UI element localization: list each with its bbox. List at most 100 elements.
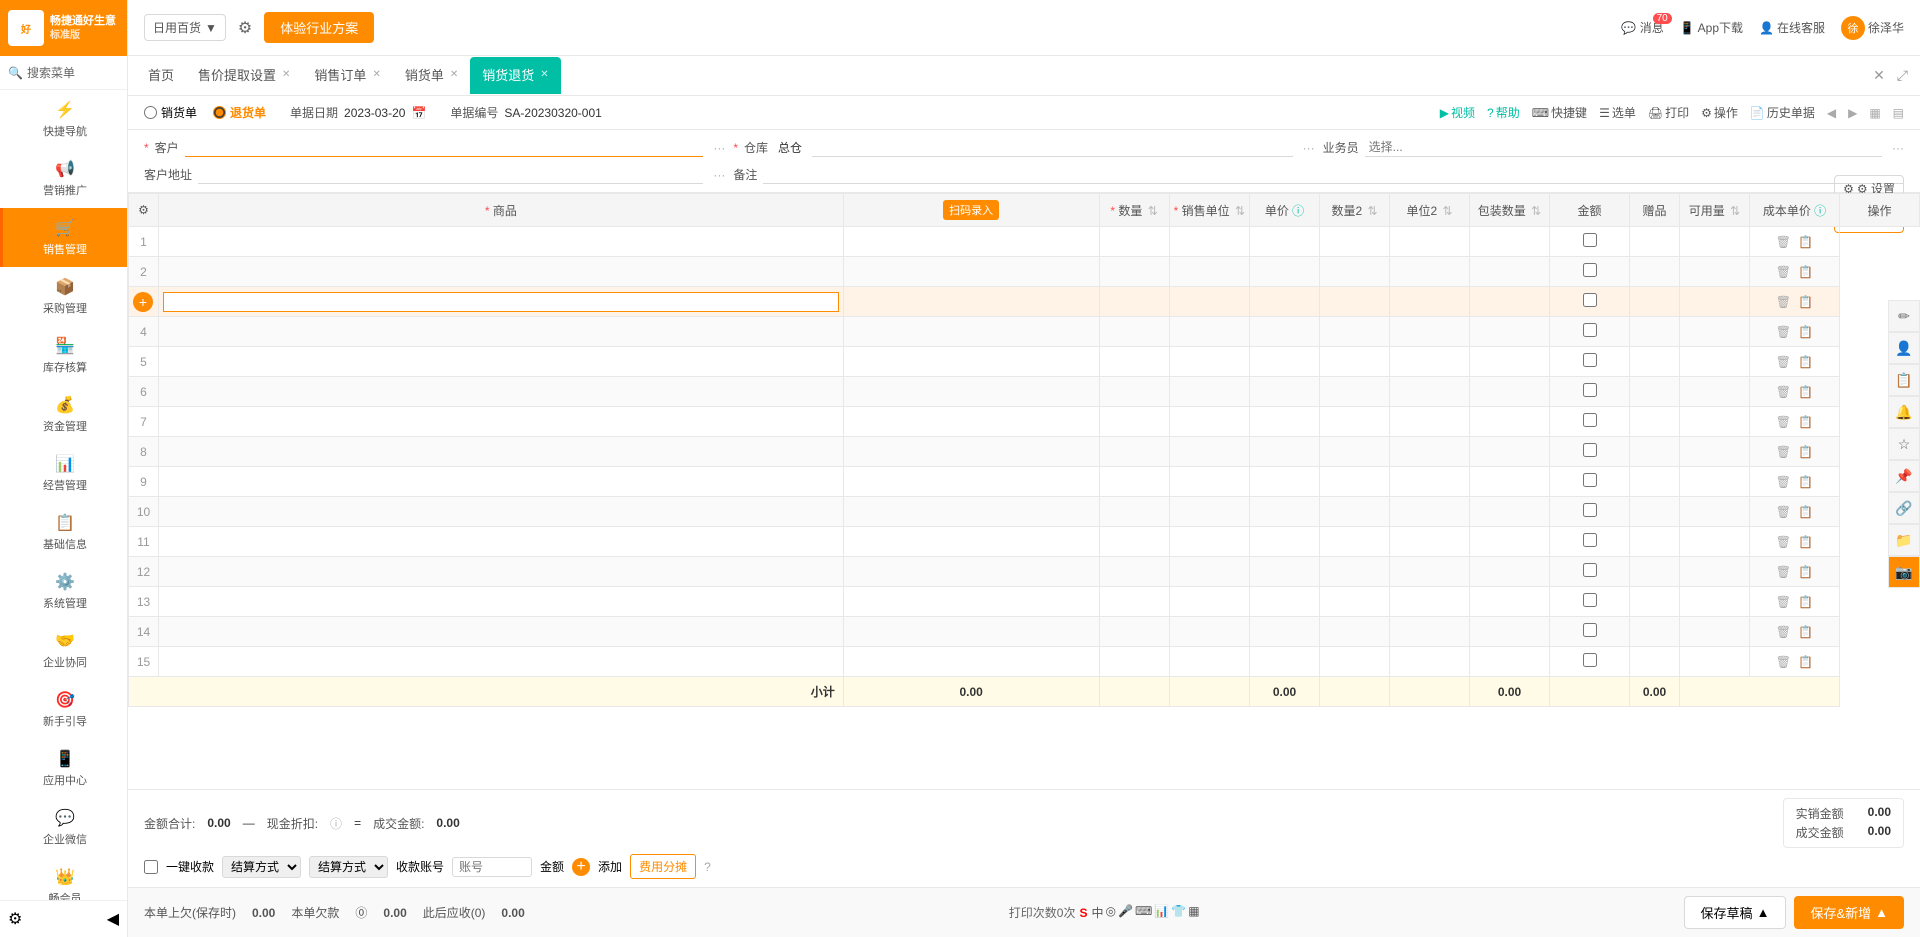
avail-cell-1[interactable] [1630,227,1680,257]
amount-cell-6[interactable] [1470,377,1550,407]
copy-icon-3[interactable]: 📋 [1798,295,1813,309]
unit2-cell-13[interactable] [1320,587,1390,617]
copy-icon-14[interactable]: 📋 [1798,625,1813,639]
radio-sale-input[interactable] [144,106,157,119]
cost-cell-6[interactable] [1680,377,1750,407]
copy-icon-7[interactable]: 📋 [1798,415,1813,429]
product-cell-7[interactable] [159,407,844,437]
next-record[interactable]: ▶ [1848,106,1857,120]
float-icon-4[interactable]: 🔔 [1888,396,1920,428]
print-btn[interactable]: 🖨 打印 [1648,104,1689,121]
float-icon-6[interactable]: 📌 [1888,460,1920,492]
address-lookup-btn[interactable]: ··· [713,168,725,182]
qty2-cell-6[interactable] [1250,377,1320,407]
qty-cell-4[interactable] [843,317,1099,347]
save-new-btn[interactable]: 保存&新增 ▲ [1794,896,1904,929]
gift-cell-8[interactable] [1550,437,1630,467]
sidebar-item-member[interactable]: 👑 畅会员 [0,857,127,900]
cost-cell-10[interactable] [1680,497,1750,527]
add-item-icon[interactable]: + [572,858,590,876]
pkgqty-cell-6[interactable] [1390,377,1470,407]
qty2-cell-4[interactable] [1250,317,1320,347]
price-cell-13[interactable] [1169,587,1249,617]
gift-checkbox-2[interactable] [1583,263,1597,277]
product-cell-1[interactable] [159,227,844,257]
pkgqty-cell-7[interactable] [1390,407,1470,437]
gift-checkbox-9[interactable] [1583,473,1597,487]
pkgqty-cell-2[interactable] [1390,257,1470,287]
gift-cell-15[interactable] [1550,647,1630,677]
price-cell-15[interactable] [1169,647,1249,677]
unit2-cell-2[interactable] [1320,257,1390,287]
tab-sales-delivery[interactable]: 销货单 ✕ [393,57,470,94]
delete-icon-4[interactable]: 🗑 [1776,325,1791,339]
delete-icon-7[interactable]: 🗑 [1776,415,1791,429]
qty2-cell-11[interactable] [1250,527,1320,557]
grid-view-icon[interactable]: ▦ [1869,106,1880,120]
delete-icon-13[interactable]: 🗑 [1776,595,1791,609]
prev-record[interactable]: ◀ [1827,106,1836,120]
unit2-cell-14[interactable] [1320,617,1390,647]
discount-info-icon[interactable]: ⓘ [330,815,342,832]
qty-cell-13[interactable] [843,587,1099,617]
pkgqty-cell-10[interactable] [1390,497,1470,527]
customer-lookup-btn[interactable]: ··· [713,141,725,155]
gift-cell-6[interactable] [1550,377,1630,407]
cost-cell-14[interactable] [1680,617,1750,647]
unit2-cell-3[interactable] [1320,287,1390,317]
gift-checkbox-3[interactable] [1583,293,1597,307]
avail-cell-4[interactable] [1630,317,1680,347]
amount-cell-5[interactable] [1470,347,1550,377]
pkgqty-cell-3[interactable] [1390,287,1470,317]
delete-icon-9[interactable]: 🗑 [1776,475,1791,489]
float-icon-5[interactable]: ☆ [1888,428,1920,460]
price-cell-8[interactable] [1169,437,1249,467]
amount-cell-13[interactable] [1470,587,1550,617]
float-icon-2[interactable]: 👤 [1888,332,1920,364]
pkgqty-cell-8[interactable] [1390,437,1470,467]
qty2-cell-12[interactable] [1250,557,1320,587]
gift-cell-9[interactable] [1550,467,1630,497]
pkgqty-cell-12[interactable] [1390,557,1470,587]
close-price-settings-tab[interactable]: ✕ [282,69,290,80]
qty-cell-7[interactable] [843,407,1099,437]
qty-cell-9[interactable] [843,467,1099,497]
delete-icon-2[interactable]: 🗑 [1776,265,1791,279]
pkgqty-cell-4[interactable] [1390,317,1470,347]
user-info[interactable]: 徐 徐泽华 [1841,16,1904,40]
qty2-cell-15[interactable] [1250,647,1320,677]
amount-cell-8[interactable] [1470,437,1550,467]
gift-checkbox-8[interactable] [1583,443,1597,457]
price-cell-11[interactable] [1169,527,1249,557]
unit-cell-10[interactable] [1099,497,1169,527]
settings-icon-topbar[interactable]: ⚙ [238,18,252,38]
radio-return[interactable]: 退货单 [213,104,266,121]
radio-return-input[interactable] [213,106,226,119]
price-cell-4[interactable] [1169,317,1249,347]
copy-icon-8[interactable]: 📋 [1798,445,1813,459]
one-click-payment-checkbox[interactable] [144,860,158,874]
gift-cell-4[interactable] [1550,317,1630,347]
cost-info-icon[interactable]: ⓘ [1814,204,1826,218]
add-row-btn[interactable]: + [133,292,153,312]
product-cell-15[interactable] [159,647,844,677]
unit2-cell-10[interactable] [1320,497,1390,527]
gift-checkbox-14[interactable] [1583,623,1597,637]
float-icon-8[interactable]: 📁 [1888,524,1920,556]
copy-icon-12[interactable]: 📋 [1798,565,1813,579]
experience-btn[interactable]: 体验行业方案 [264,12,374,43]
product-cell-5[interactable] [159,347,844,377]
gift-cell-10[interactable] [1550,497,1630,527]
shortcut-btn[interactable]: ⌨ 快捷键 [1532,104,1587,121]
amount-cell-7[interactable] [1470,407,1550,437]
calendar-icon[interactable]: 📅 [411,106,426,120]
unit2-cell-8[interactable] [1320,437,1390,467]
message-area[interactable]: 💬 消息 70 [1621,19,1663,36]
sort-pkgqty-icon[interactable]: ⇅ [1531,204,1541,218]
cost-cell-4[interactable] [1680,317,1750,347]
qty2-cell-5[interactable] [1250,347,1320,377]
settlement-method-select[interactable]: 结算方式 [222,856,301,878]
avail-cell-7[interactable] [1630,407,1680,437]
price-cell-10[interactable] [1169,497,1249,527]
delete-icon-14[interactable]: 🗑 [1776,625,1791,639]
